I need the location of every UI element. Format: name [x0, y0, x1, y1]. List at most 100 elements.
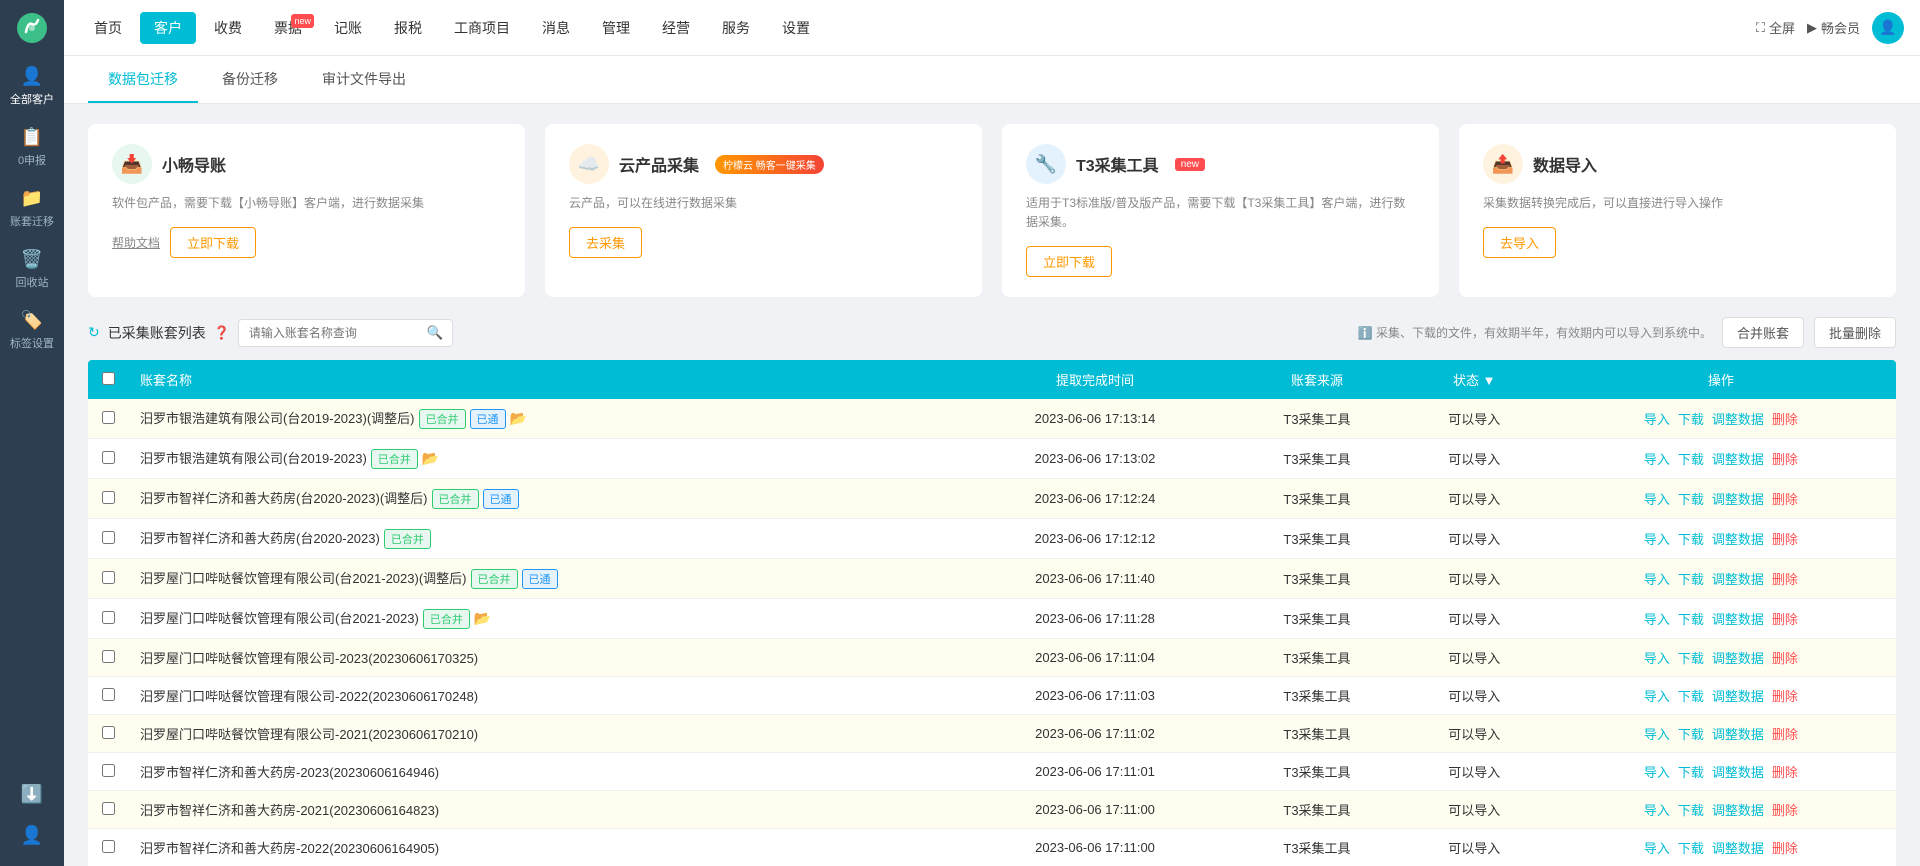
op-调整数据[interactable]: 调整数据 — [1712, 803, 1764, 818]
op-下载[interactable]: 下载 — [1678, 727, 1704, 742]
row-checkbox[interactable] — [102, 531, 115, 544]
fullscreen-button[interactable]: ⛶ 全屏 — [1756, 18, 1795, 37]
row-checkbox[interactable] — [102, 840, 115, 853]
row-checkbox[interactable] — [102, 764, 115, 777]
op-删除[interactable]: 删除 — [1772, 841, 1798, 856]
row-checkbox[interactable] — [102, 411, 115, 424]
sidebar-item-zero-report[interactable]: 📋 0申报 — [0, 117, 64, 178]
nav-accounting[interactable]: 记账 — [320, 12, 376, 44]
op-导入[interactable]: 导入 — [1644, 765, 1670, 780]
nav-client[interactable]: 客户 — [140, 12, 196, 44]
op-导入[interactable]: 导入 — [1644, 532, 1670, 547]
nav-home[interactable]: 首页 — [80, 12, 136, 44]
op-删除[interactable]: 删除 — [1772, 727, 1798, 742]
row-checkbox[interactable] — [102, 451, 115, 464]
list-header-left: ↻ 已采集账套列表 ❓ 🔍 — [88, 319, 453, 347]
op-调整数据[interactable]: 调整数据 — [1712, 612, 1764, 627]
row-checkbox[interactable] — [102, 650, 115, 663]
op-调整数据[interactable]: 调整数据 — [1712, 765, 1764, 780]
op-导入[interactable]: 导入 — [1644, 412, 1670, 427]
download-button-t3[interactable]: 立即下载 — [1026, 246, 1112, 277]
search-button[interactable]: 🔍 — [419, 320, 452, 346]
row-checkbox[interactable] — [102, 726, 115, 739]
op-导入[interactable]: 导入 — [1644, 651, 1670, 666]
question-icon[interactable]: ❓ — [214, 325, 230, 341]
fullscreen-icon: ⛶ — [1756, 20, 1765, 36]
nav-service[interactable]: 服务 — [708, 12, 764, 44]
op-删除[interactable]: 删除 — [1772, 765, 1798, 780]
refresh-icon[interactable]: ↻ — [88, 324, 100, 341]
op-导入[interactable]: 导入 — [1644, 572, 1670, 587]
sidebar-item-user[interactable]: 👤 — [0, 815, 64, 856]
op-删除[interactable]: 删除 — [1772, 412, 1798, 427]
op-删除[interactable]: 删除 — [1772, 572, 1798, 587]
op-下载[interactable]: 下载 — [1678, 689, 1704, 704]
op-调整数据[interactable]: 调整数据 — [1712, 532, 1764, 547]
op-下载[interactable]: 下载 — [1678, 492, 1704, 507]
tab-audit-export[interactable]: 审计文件导出 — [302, 57, 426, 103]
row-checkbox[interactable] — [102, 802, 115, 815]
op-导入[interactable]: 导入 — [1644, 612, 1670, 627]
op-删除[interactable]: 删除 — [1772, 532, 1798, 547]
row-checkbox[interactable] — [102, 491, 115, 504]
sidebar-item-recycle[interactable]: 🗑️ 回收站 — [0, 239, 64, 300]
merge-button[interactable]: 合并账套 — [1722, 317, 1804, 348]
op-调整数据[interactable]: 调整数据 — [1712, 727, 1764, 742]
nav-fee[interactable]: 收费 — [200, 12, 256, 44]
tab-data-migration[interactable]: 数据包迁移 — [88, 57, 198, 103]
sidebar-item-account-migrate[interactable]: 📁 账套迁移 — [0, 178, 64, 239]
op-下载[interactable]: 下载 — [1678, 612, 1704, 627]
op-删除[interactable]: 删除 — [1772, 452, 1798, 467]
row-checkbox[interactable] — [102, 571, 115, 584]
nav-operation[interactable]: 经营 — [648, 12, 704, 44]
op-调整数据[interactable]: 调整数据 — [1712, 841, 1764, 856]
import-button[interactable]: 去导入 — [1483, 227, 1556, 258]
sidebar-item-download[interactable]: ⬇️ — [0, 774, 64, 815]
select-all-checkbox[interactable] — [102, 372, 115, 385]
op-导入[interactable]: 导入 — [1644, 727, 1670, 742]
op-删除[interactable]: 删除 — [1772, 803, 1798, 818]
op-删除[interactable]: 删除 — [1772, 689, 1798, 704]
op-下载[interactable]: 下载 — [1678, 412, 1704, 427]
row-checkbox[interactable] — [102, 611, 115, 624]
col-status[interactable]: 状态 ▼ — [1403, 360, 1546, 399]
op-调整数据[interactable]: 调整数据 — [1712, 412, 1764, 427]
op-导入[interactable]: 导入 — [1644, 803, 1670, 818]
nav-industry[interactable]: 工商项目 — [440, 12, 524, 44]
bulk-delete-button[interactable]: 批量删除 — [1814, 317, 1896, 348]
op-下载[interactable]: 下载 — [1678, 532, 1704, 547]
op-调整数据[interactable]: 调整数据 — [1712, 492, 1764, 507]
op-下载[interactable]: 下载 — [1678, 841, 1704, 856]
op-下载[interactable]: 下载 — [1678, 572, 1704, 587]
search-input[interactable] — [239, 321, 419, 345]
tab-backup-migration[interactable]: 备份迁移 — [202, 57, 298, 103]
op-导入[interactable]: 导入 — [1644, 841, 1670, 856]
op-下载[interactable]: 下载 — [1678, 803, 1704, 818]
nav-manage[interactable]: 管理 — [588, 12, 644, 44]
help-doc-link[interactable]: 帮助文档 — [112, 234, 160, 251]
op-调整数据[interactable]: 调整数据 — [1712, 651, 1764, 666]
op-下载[interactable]: 下载 — [1678, 651, 1704, 666]
sidebar-item-tag-settings[interactable]: 🏷️ 标签设置 — [0, 300, 64, 361]
op-删除[interactable]: 删除 — [1772, 492, 1798, 507]
op-删除[interactable]: 删除 — [1772, 651, 1798, 666]
op-下载[interactable]: 下载 — [1678, 452, 1704, 467]
row-checkbox[interactable] — [102, 688, 115, 701]
op-调整数据[interactable]: 调整数据 — [1712, 572, 1764, 587]
collect-button-cloud[interactable]: 去采集 — [569, 227, 642, 258]
op-导入[interactable]: 导入 — [1644, 452, 1670, 467]
vip-button[interactable]: ▶ 畅会员 — [1807, 18, 1860, 37]
nav-settings[interactable]: 设置 — [768, 12, 824, 44]
op-导入[interactable]: 导入 — [1644, 689, 1670, 704]
op-调整数据[interactable]: 调整数据 — [1712, 452, 1764, 467]
op-删除[interactable]: 删除 — [1772, 612, 1798, 627]
op-下载[interactable]: 下载 — [1678, 765, 1704, 780]
op-导入[interactable]: 导入 — [1644, 492, 1670, 507]
nav-tax[interactable]: 报税 — [380, 12, 436, 44]
sidebar-item-all-clients[interactable]: 👤 全部客户 — [0, 56, 64, 117]
user-avatar[interactable]: 👤 — [1872, 12, 1904, 44]
op-调整数据[interactable]: 调整数据 — [1712, 689, 1764, 704]
download-button-xiaochangdaozhang[interactable]: 立即下载 — [170, 227, 256, 258]
nav-invoice[interactable]: 票据 new — [260, 12, 316, 44]
nav-message[interactable]: 消息 — [528, 12, 584, 44]
